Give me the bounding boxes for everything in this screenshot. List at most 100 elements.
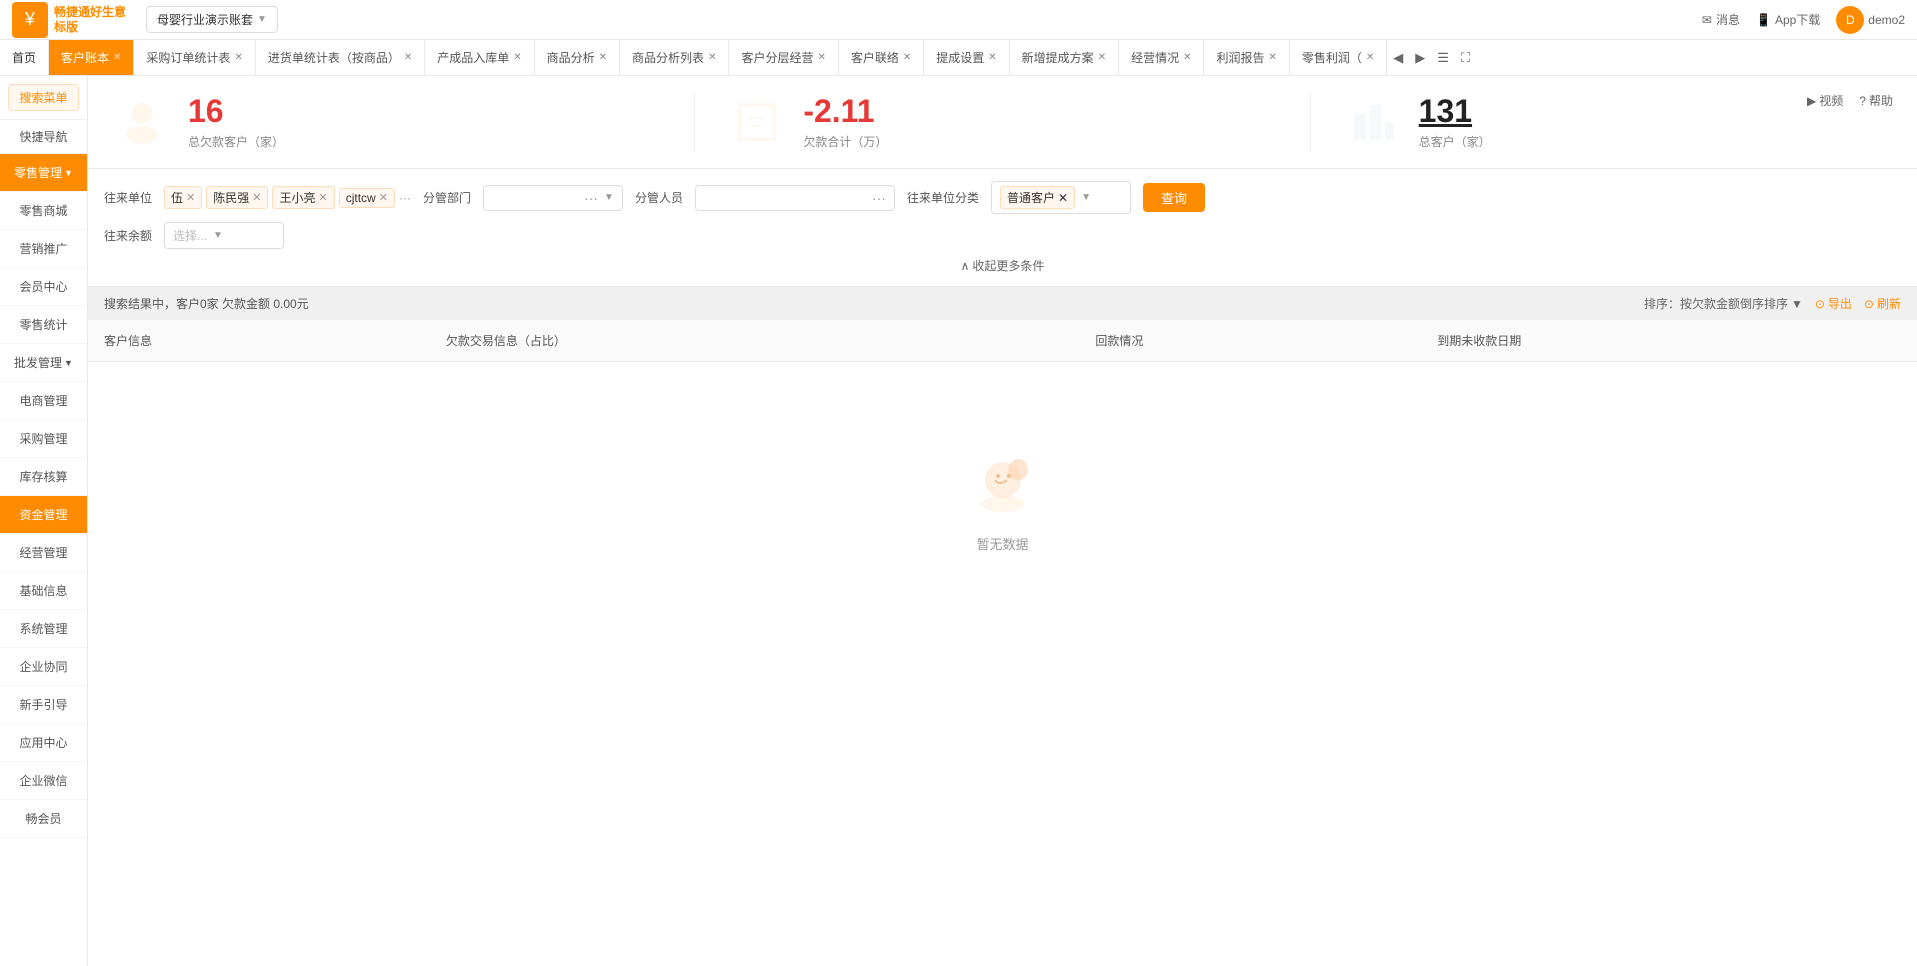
sidebar-item-inventory[interactable]: 库存核算 xyxy=(0,458,87,496)
tabs-maximize-btn[interactable]: ⛶ xyxy=(1455,40,1476,76)
tab-close-icon[interactable]: ✕ xyxy=(1098,52,1106,63)
stat-info-total: 131 总客户（家） xyxy=(1419,95,1491,150)
tabs-prev-btn[interactable]: ◀ xyxy=(1387,40,1409,76)
tab-prod-storage[interactable]: 产成品入库单 ✕ xyxy=(425,40,534,76)
store-selector[interactable]: 母婴行业演示账套 ▼ xyxy=(146,6,278,33)
sidebar-item-retail-mall[interactable]: 零售商城 xyxy=(0,192,87,230)
topbar: ¥ 畅捷通好生意 标版 母婴行业演示账套 ▼ ✉ 消息 📱 App下载 D de… xyxy=(0,0,1917,40)
results-info: 搜索结果中，客户0家 欠款金额 0.00元 xyxy=(104,295,309,312)
tab-close-icon[interactable]: ✕ xyxy=(1366,52,1374,63)
filter-person-more-icon[interactable]: ··· xyxy=(872,190,886,206)
topbar-left: ¥ 畅捷通好生意 标版 母婴行业演示账套 ▼ xyxy=(12,2,278,38)
table-container: 客户信息 欠款交易信息（占比） 回款情况 到期未收款日期 xyxy=(88,320,1917,966)
tabs-next-btn[interactable]: ▶ xyxy=(1409,40,1431,76)
sidebar-item-wholesale-mgmt[interactable]: 批发管理 ▼ xyxy=(0,344,87,382)
tab-home[interactable]: 首页 xyxy=(0,40,49,76)
tab-close-icon[interactable]: ✕ xyxy=(513,52,521,63)
sidebar-item-purchase-mgmt[interactable]: 采购管理 xyxy=(0,420,87,458)
sidebar-item-app-center[interactable]: 应用中心 xyxy=(0,724,87,762)
sidebar-item-ecommerce[interactable]: 电商管理 xyxy=(0,382,87,420)
export-button[interactable]: ⊙ 导出 xyxy=(1815,295,1852,312)
tab-close-icon[interactable]: ✕ xyxy=(113,52,121,63)
sidebar-item-marketing[interactable]: 营销推广 xyxy=(0,230,87,268)
refresh-button[interactable]: ⊙ 刷新 xyxy=(1864,295,1901,312)
query-button[interactable]: 查询 xyxy=(1143,183,1205,212)
tab-close-icon[interactable]: ✕ xyxy=(903,52,911,63)
chevron-down-icon: ▼ xyxy=(1791,297,1803,311)
sidebar-item-basic-info[interactable]: 基础信息 xyxy=(0,572,87,610)
tab-close-icon[interactable]: ✕ xyxy=(708,52,716,63)
filter-input-balance[interactable]: 选择... ▼ xyxy=(164,222,284,249)
stat-block-customers: 16 总欠款客户（家） xyxy=(112,92,695,152)
th-repayment: 回款情况 xyxy=(1079,320,1421,362)
sidebar-item-enterprise-wechat[interactable]: 企业微信 xyxy=(0,762,87,800)
tab-close-icon[interactable]: ✕ xyxy=(1183,52,1191,63)
tab-close-icon[interactable]: ✕ xyxy=(988,52,996,63)
sidebar-item-ops-mgmt[interactable]: 经营管理 xyxy=(0,534,87,572)
tab-purchase-orders[interactable]: 采购订单统计表 ✕ xyxy=(134,40,255,76)
filter-tag-close-icon[interactable]: ✕ xyxy=(319,191,328,204)
app-download-button[interactable]: 📱 App下载 xyxy=(1756,11,1820,28)
collapse-filters-button[interactable]: ∧ 收起更多条件 xyxy=(104,257,1901,274)
tab-close-icon[interactable]: ✕ xyxy=(817,52,825,63)
quick-nav-button[interactable]: 快捷导航 xyxy=(0,120,87,154)
app-icon: 📱 xyxy=(1756,13,1771,27)
tab-goods-analysis[interactable]: 商品分析 ✕ xyxy=(535,40,620,76)
tab-close-icon[interactable]: ✕ xyxy=(234,52,242,63)
tab-profit-report[interactable]: 利润报告 ✕ xyxy=(1204,40,1289,76)
search-menu-button[interactable]: 搜索菜单 xyxy=(8,84,79,111)
data-table: 客户信息 欠款交易信息（占比） 回款情况 到期未收款日期 xyxy=(88,320,1917,362)
sidebar-item-retail-mgmt[interactable]: 零售管理 ▼ xyxy=(0,154,87,192)
tab-close-icon[interactable]: ✕ xyxy=(404,52,412,63)
filter-dept-more-icon[interactable]: ··· xyxy=(584,190,598,206)
filter-label-class: 往来单位分类 xyxy=(907,189,979,206)
tabs-bar: 首页 客户账本 ✕ 采购订单统计表 ✕ 进货单统计表（按商品） ✕ 产成品入库单… xyxy=(0,40,1917,76)
user-profile[interactable]: D demo2 xyxy=(1836,6,1905,34)
sidebar-item-new-guide[interactable]: 新手引导 xyxy=(0,686,87,724)
chevron-icon: ▼ xyxy=(64,358,73,368)
stat-block-amount: -2.11 欠款合计（万） xyxy=(695,92,1310,152)
message-button[interactable]: ✉ 消息 xyxy=(1702,11,1740,28)
tab-accounts[interactable]: 客户账本 ✕ xyxy=(49,40,134,76)
tab-customer-segment[interactable]: 客户分层经营 ✕ xyxy=(729,40,838,76)
filter-class-tag-close-icon[interactable]: ✕ xyxy=(1058,191,1068,205)
filter-more-icon[interactable]: ··· xyxy=(399,191,411,205)
filter-select-dept[interactable]: ··· ▼ xyxy=(483,185,623,211)
tab-goods-analysis-list[interactable]: 商品分析列表 ✕ xyxy=(620,40,729,76)
sidebar: 搜索菜单 快捷导航 零售管理 ▼ 零售商城 营销推广 会员中心 零售统计 批发管… xyxy=(0,76,88,966)
sidebar-item-sys-mgmt[interactable]: 系统管理 xyxy=(0,610,87,648)
help-icon: ? xyxy=(1859,94,1866,108)
tab-close-icon[interactable]: ✕ xyxy=(599,52,607,63)
table-header-row: 客户信息 欠款交易信息（占比） 回款情况 到期未收款日期 xyxy=(88,320,1917,362)
sort-button[interactable]: 排序：按欠款金额倒序排序 ▼ xyxy=(1644,295,1803,312)
sidebar-item-capital-mgmt[interactable]: 资金管理 xyxy=(0,496,87,534)
sidebar-item-retail-stats[interactable]: 零售统计 xyxy=(0,306,87,344)
tab-new-plan[interactable]: 新增提成方案 ✕ xyxy=(1010,40,1119,76)
tab-promotion-settings[interactable]: 提成设置 ✕ xyxy=(924,40,1009,76)
tab-retail-profit[interactable]: 零售利润（ ✕ xyxy=(1290,40,1387,76)
sidebar-search: 搜索菜单 xyxy=(0,76,87,120)
sidebar-item-member[interactable]: 畅会员 xyxy=(0,800,87,838)
help-button[interactable]: ? 帮助 xyxy=(1859,92,1893,109)
stat-info-amount: -2.11 欠款合计（万） xyxy=(803,95,887,150)
tab-goods-stats[interactable]: 进货单统计表（按商品） ✕ xyxy=(256,40,425,76)
filter-area: 往来单位 伍 ✕ 陈民强 ✕ 王小亮 ✕ cjttcw xyxy=(88,169,1917,287)
stat-value-total: 131 xyxy=(1419,95,1491,127)
filter-select-class[interactable]: 普通客户 ✕ ▼ xyxy=(991,181,1131,214)
tab-close-icon[interactable]: ✕ xyxy=(1269,52,1277,63)
video-button[interactable]: ▶ 视频 xyxy=(1807,92,1843,109)
filter-label-balance: 往来余额 xyxy=(104,227,152,244)
filter-row-1: 往来单位 伍 ✕ 陈民强 ✕ 王小亮 ✕ cjttcw xyxy=(104,181,1901,214)
filter-select-person[interactable]: ··· xyxy=(695,185,895,211)
tab-customer-connect[interactable]: 客户联络 ✕ xyxy=(839,40,924,76)
filter-tag-close-icon[interactable]: ✕ xyxy=(186,191,195,204)
filter-tag-close-icon[interactable]: ✕ xyxy=(252,191,261,204)
tabs-menu-btn[interactable]: ☰ xyxy=(1431,40,1455,76)
filter-tag-close-icon[interactable]: ✕ xyxy=(379,191,388,204)
sidebar-item-member-center[interactable]: 会员中心 xyxy=(0,268,87,306)
sidebar-item-enterprise-agreement[interactable]: 企业协同 xyxy=(0,648,87,686)
chevron-down-icon: ▼ xyxy=(1081,192,1091,203)
video-icon: ▶ xyxy=(1807,94,1816,108)
tab-business-status[interactable]: 经营情况 ✕ xyxy=(1119,40,1204,76)
content-area: 16 总欠款客户（家） -2.11 欠款合计（万） xyxy=(88,76,1917,966)
